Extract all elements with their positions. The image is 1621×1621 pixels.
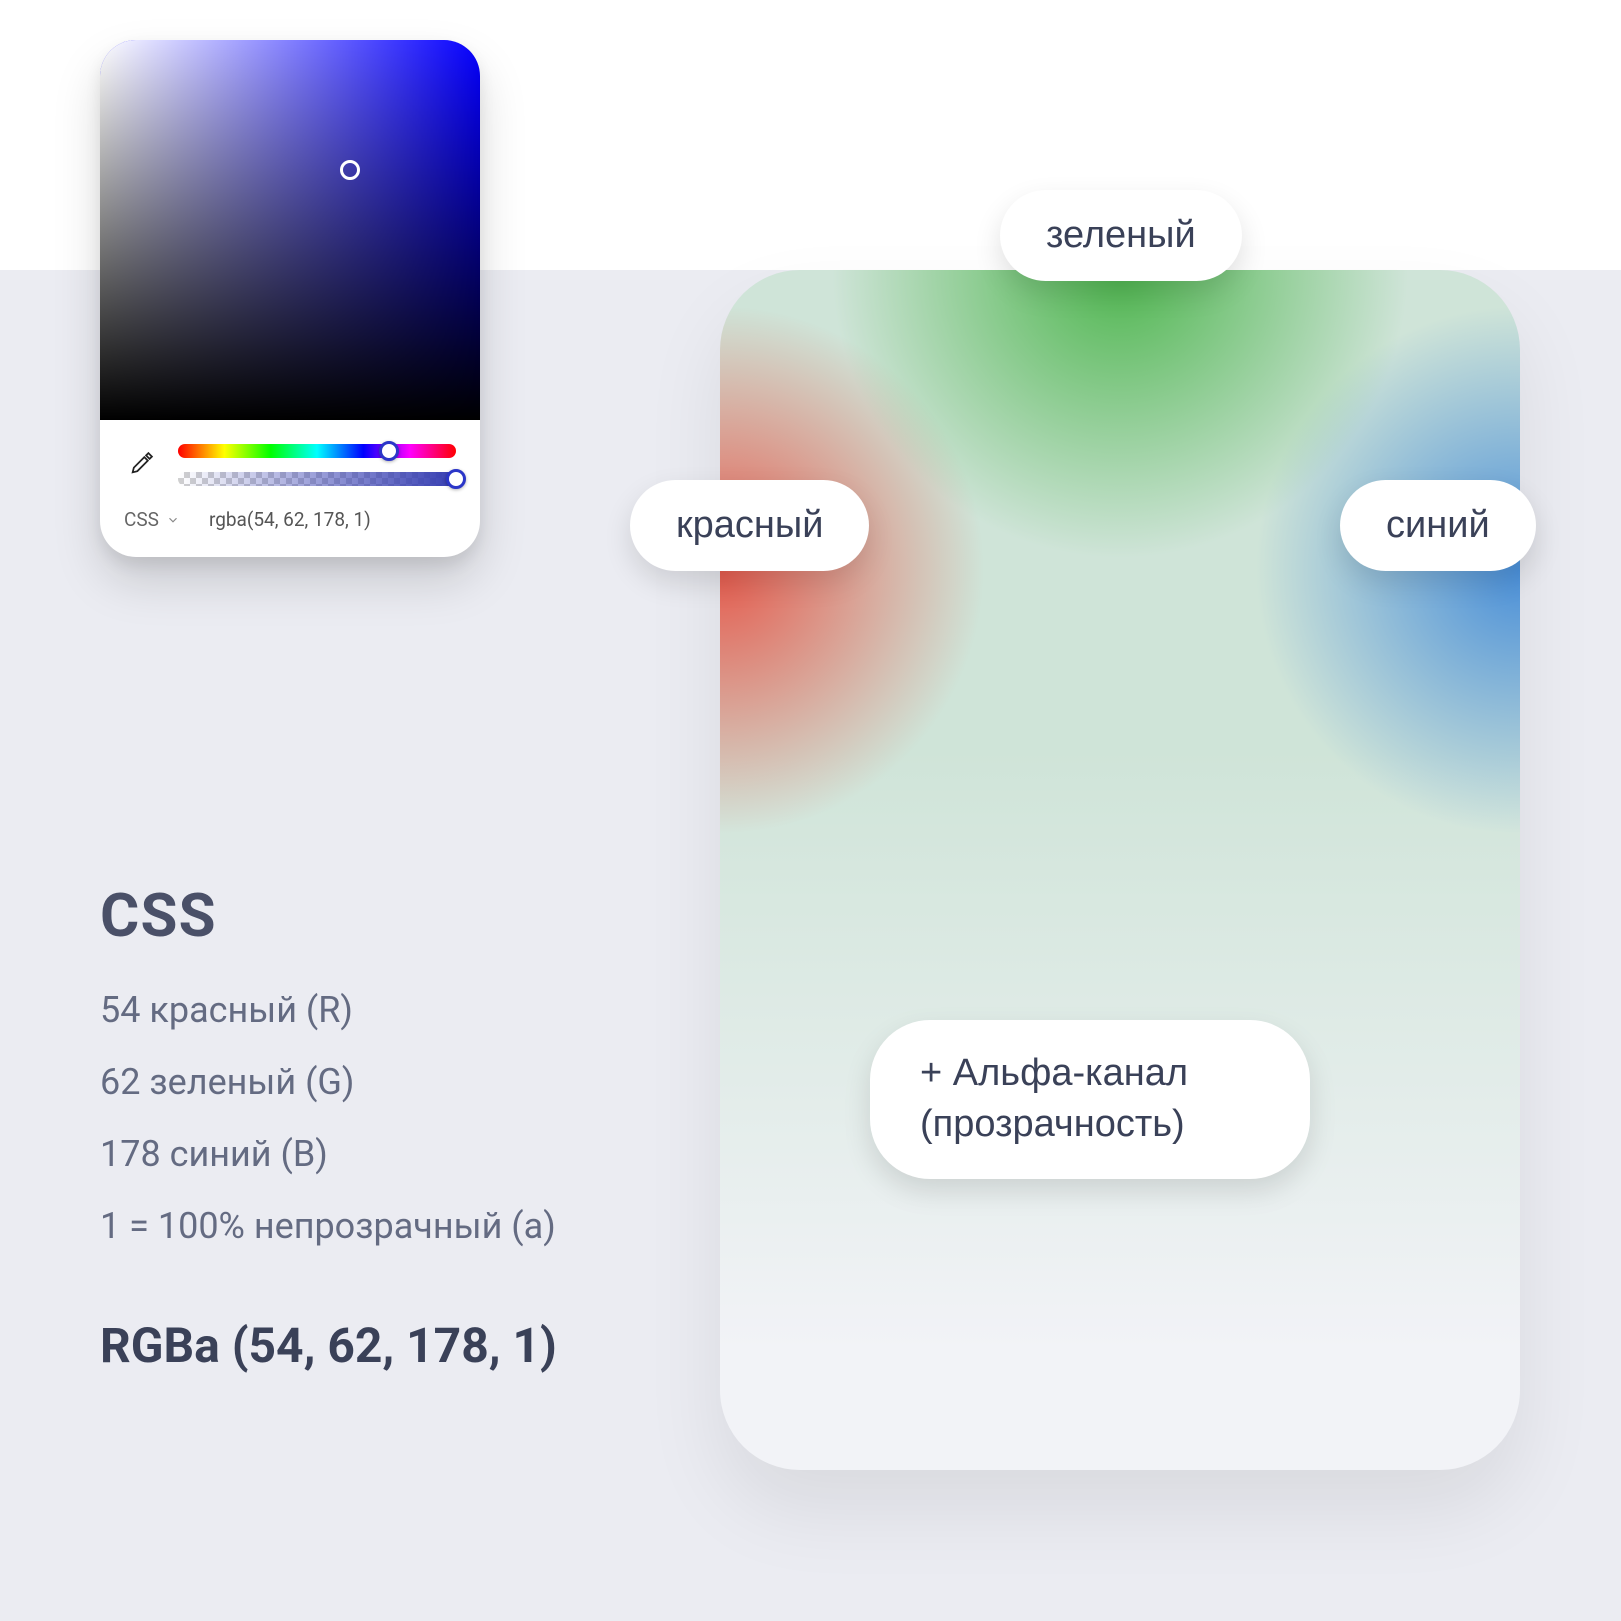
label-green: зеленый	[1000, 190, 1242, 281]
color-value[interactable]: rgba(54, 62, 178, 1)	[209, 508, 371, 531]
chevron-down-icon	[165, 512, 181, 528]
picker-controls: CSS rgba(54, 62, 178, 1)	[100, 420, 480, 557]
info-line-g: 62 зеленый (G)	[100, 1061, 557, 1103]
label-red: красный	[630, 480, 869, 571]
alpha-thumb[interactable]	[446, 469, 466, 489]
info-line-b: 178 синий (B)	[100, 1133, 557, 1175]
label-blue: синий	[1340, 480, 1536, 571]
hue-thumb[interactable]	[379, 441, 399, 461]
label-alpha-line2: (прозрачность)	[920, 1103, 1185, 1145]
alpha-slider[interactable]	[178, 472, 456, 486]
saturation-value-area[interactable]	[100, 40, 480, 420]
info-heading: CSS	[100, 880, 557, 951]
format-label: CSS	[124, 508, 159, 531]
info-result: RGBa (54, 62, 178, 1)	[100, 1317, 557, 1374]
label-alpha: + Альфа-канал (прозрачность)	[870, 1020, 1310, 1179]
rgb-gradient-card	[720, 270, 1520, 1470]
label-alpha-line1: + Альфа-канал	[920, 1052, 1188, 1094]
eyedropper-icon	[128, 449, 156, 481]
sv-cursor[interactable]	[340, 160, 360, 180]
info-column: CSS 54 красный (R) 62 зеленый (G) 178 си…	[100, 880, 557, 1374]
eyedropper-button[interactable]	[124, 447, 160, 483]
color-picker: CSS rgba(54, 62, 178, 1)	[100, 40, 480, 557]
format-select[interactable]: CSS	[124, 508, 181, 531]
info-line-a: 1 = 100% непрозрачный (a)	[100, 1205, 557, 1247]
info-line-r: 54 красный (R)	[100, 989, 557, 1031]
hue-slider[interactable]	[178, 444, 456, 458]
